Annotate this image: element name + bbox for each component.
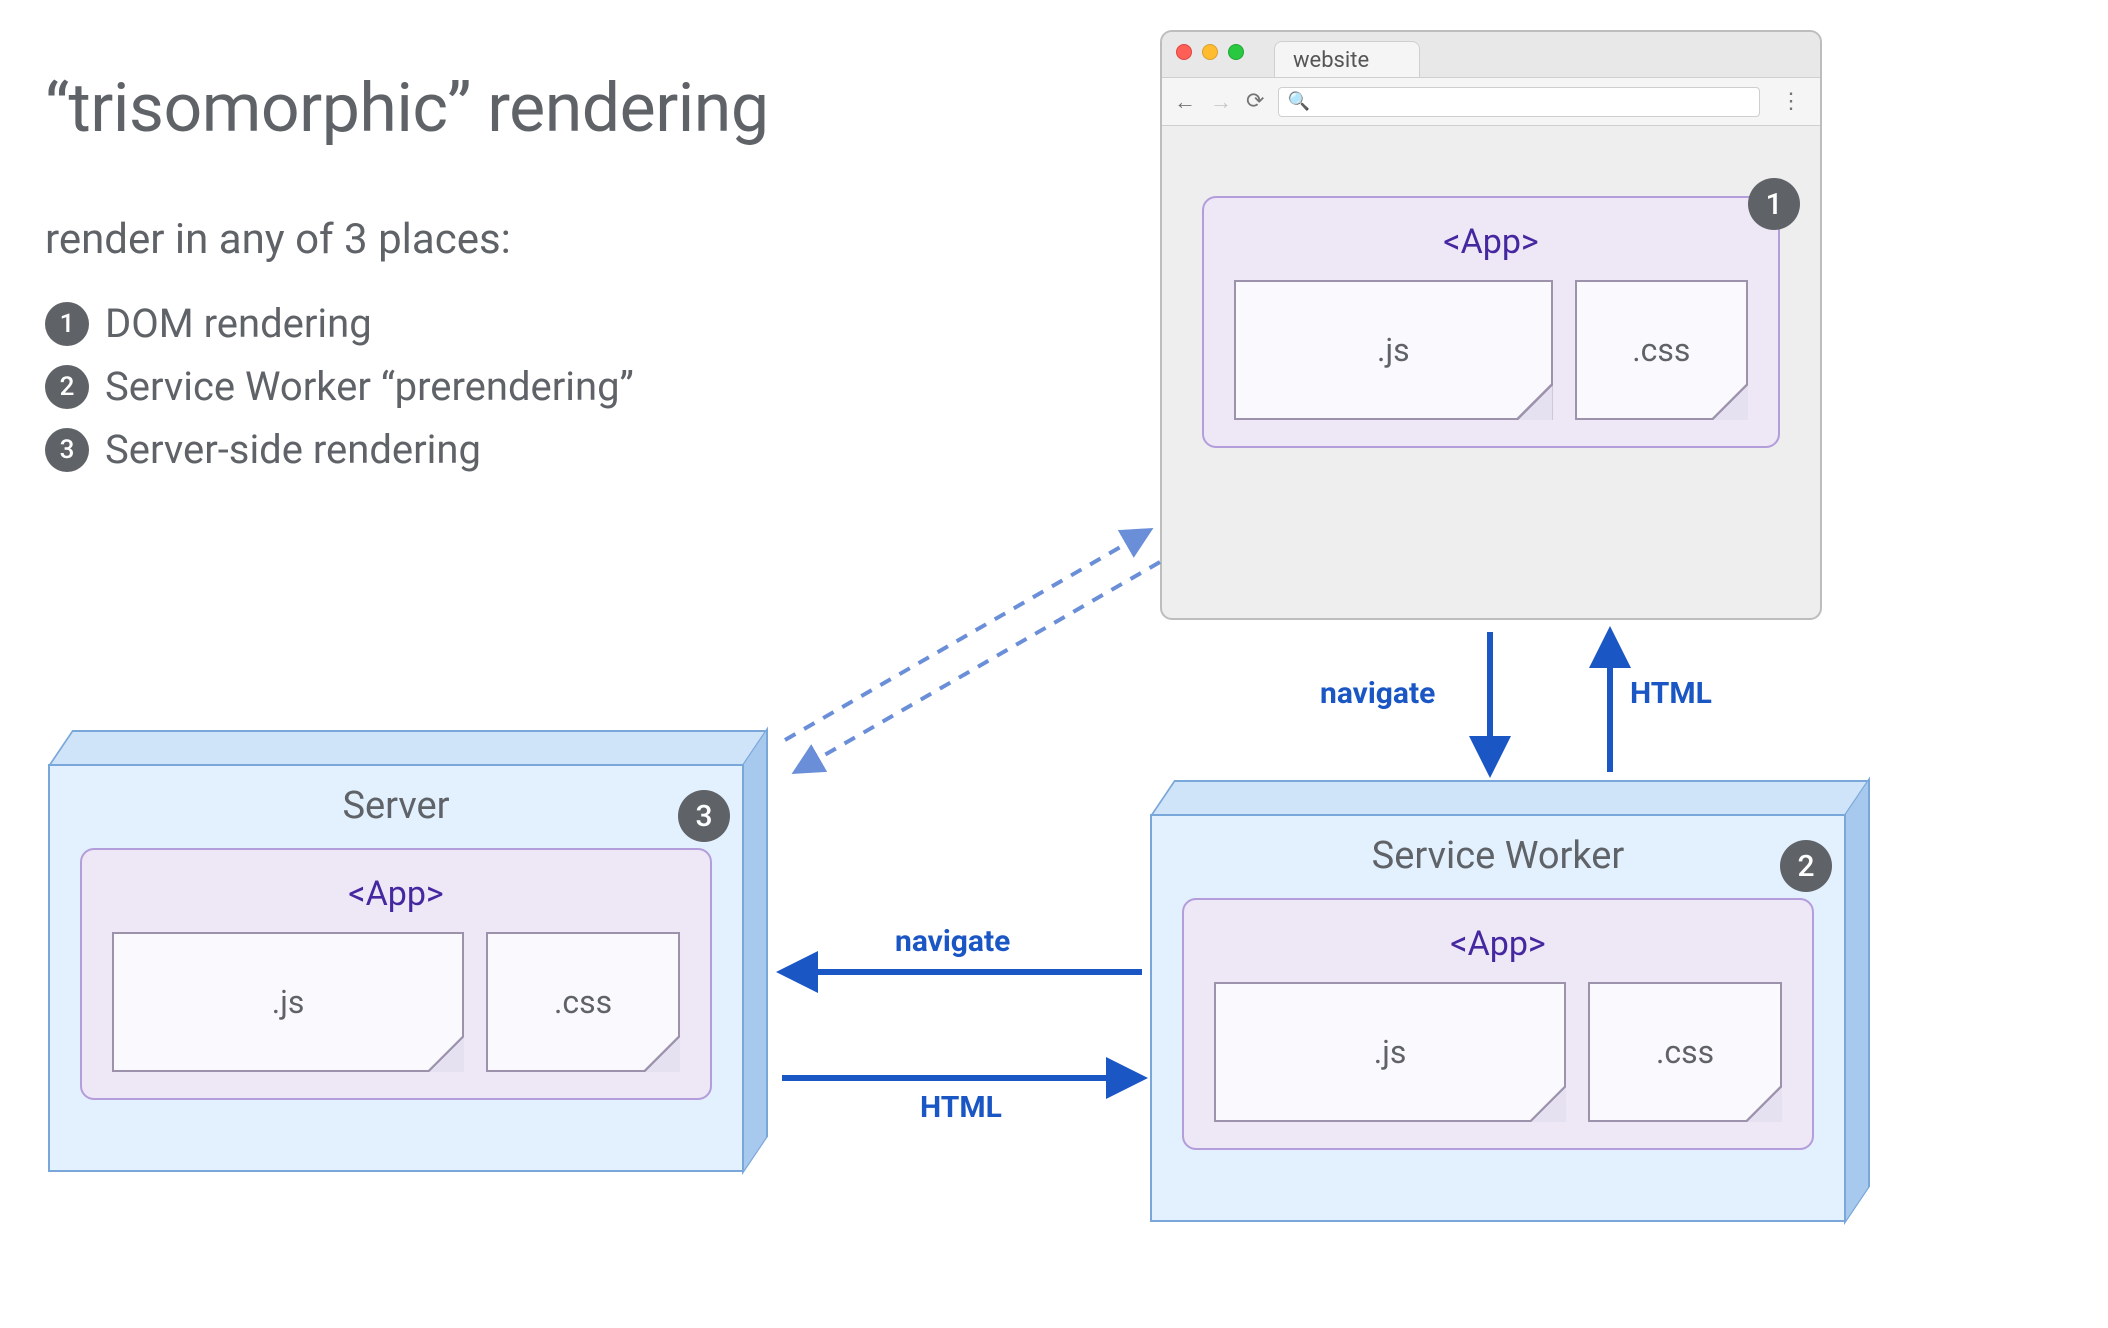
dogear-icon bbox=[426, 1034, 464, 1072]
sw-css-file: .css bbox=[1588, 982, 1782, 1122]
close-icon bbox=[1176, 44, 1192, 60]
legend-item-2: 2 Service Worker “prerendering” bbox=[45, 363, 634, 410]
diagram-canvas: “trisomorphic” rendering render in any o… bbox=[0, 0, 2108, 1328]
diagram-subtitle: render in any of 3 places: bbox=[45, 215, 511, 264]
legend-item-1: 1 DOM rendering bbox=[45, 300, 634, 347]
legend-badge-1: 1 bbox=[45, 302, 89, 346]
label-html-vertical: HTML bbox=[1630, 676, 1712, 711]
server-front-face: Server <App> .js .css bbox=[48, 764, 744, 1172]
dogear-icon bbox=[1528, 1084, 1566, 1122]
label-html-horizontal: HTML bbox=[920, 1090, 1002, 1125]
dogear-icon bbox=[1710, 382, 1748, 420]
browser-file-row: .js .css bbox=[1234, 280, 1748, 420]
server-right-face bbox=[742, 726, 768, 1175]
sw-front-face: Service Worker <App> .js .css bbox=[1150, 814, 1846, 1222]
diagram-title: “trisomorphic” rendering bbox=[45, 68, 769, 148]
server-app-card: <App> .js .css bbox=[80, 848, 712, 1100]
css-file-label: .css bbox=[554, 983, 612, 1021]
dogear-icon bbox=[1744, 1084, 1782, 1122]
dogear-icon bbox=[1515, 382, 1553, 420]
arrow-dashed-down bbox=[795, 562, 1160, 772]
service-worker-box: Service Worker <App> .js .css bbox=[1150, 780, 1870, 1220]
browser-toolbar: ← → ⟳ 🔍 ⋮ bbox=[1162, 78, 1820, 126]
js-file-label: .js bbox=[1374, 1033, 1407, 1071]
server-top-face bbox=[48, 730, 768, 766]
browser-tab: website bbox=[1274, 41, 1420, 77]
css-file-label: .css bbox=[1656, 1033, 1714, 1071]
browser-css-file: .css bbox=[1575, 280, 1748, 420]
arrow-dashed-up bbox=[785, 530, 1150, 740]
legend-item-3: 3 Server-side rendering bbox=[45, 426, 634, 473]
zoom-icon bbox=[1228, 44, 1244, 60]
sw-badge: 2 bbox=[1780, 840, 1832, 892]
sw-app-label: <App> bbox=[1214, 924, 1782, 964]
js-file-label: .js bbox=[1377, 331, 1410, 369]
legend-label-3: Server-side rendering bbox=[105, 426, 481, 473]
browser-badge: 1 bbox=[1748, 178, 1800, 230]
browser-content: <App> .js .css bbox=[1162, 126, 1820, 488]
css-file-label: .css bbox=[1632, 331, 1690, 369]
url-bar: 🔍 bbox=[1278, 87, 1760, 117]
legend-label-2: Service Worker “prerendering” bbox=[105, 363, 634, 410]
server-badge: 3 bbox=[678, 790, 730, 842]
sw-right-face bbox=[1844, 776, 1870, 1225]
menu-icon: ⋮ bbox=[1774, 89, 1808, 114]
reload-icon: ⟳ bbox=[1246, 89, 1264, 114]
sw-file-row: .js .css bbox=[1214, 982, 1782, 1122]
browser-window: website ← → ⟳ 🔍 ⋮ <App> .js .css bbox=[1160, 30, 1822, 620]
legend-list: 1 DOM rendering 2 Service Worker “preren… bbox=[45, 300, 634, 489]
browser-js-file: .js bbox=[1234, 280, 1553, 420]
forward-icon: → bbox=[1210, 89, 1232, 115]
legend-badge-3: 3 bbox=[45, 428, 89, 472]
sw-top-face bbox=[1150, 780, 1870, 816]
js-file-label: .js bbox=[272, 983, 305, 1021]
server-box: Server <App> .js .css bbox=[48, 730, 768, 1170]
label-navigate-vertical: navigate bbox=[1320, 676, 1435, 711]
minimize-icon bbox=[1202, 44, 1218, 60]
browser-titlebar: website bbox=[1162, 32, 1820, 78]
browser-app-card: <App> .js .css bbox=[1202, 196, 1780, 448]
label-navigate-horizontal: navigate bbox=[895, 924, 1010, 959]
server-js-file: .js bbox=[112, 932, 464, 1072]
legend-label-1: DOM rendering bbox=[105, 300, 372, 347]
search-icon: 🔍 bbox=[1287, 91, 1309, 112]
browser-app-label: <App> bbox=[1234, 222, 1748, 262]
server-file-row: .js .css bbox=[112, 932, 680, 1072]
server-app-label: <App> bbox=[112, 874, 680, 914]
traffic-lights bbox=[1176, 44, 1244, 60]
server-title: Server bbox=[80, 784, 712, 828]
sw-js-file: .js bbox=[1214, 982, 1566, 1122]
server-css-file: .css bbox=[486, 932, 680, 1072]
sw-app-card: <App> .js .css bbox=[1182, 898, 1814, 1150]
legend-badge-2: 2 bbox=[45, 365, 89, 409]
dogear-icon bbox=[642, 1034, 680, 1072]
back-icon: ← bbox=[1174, 89, 1196, 115]
sw-title: Service Worker bbox=[1182, 834, 1814, 878]
